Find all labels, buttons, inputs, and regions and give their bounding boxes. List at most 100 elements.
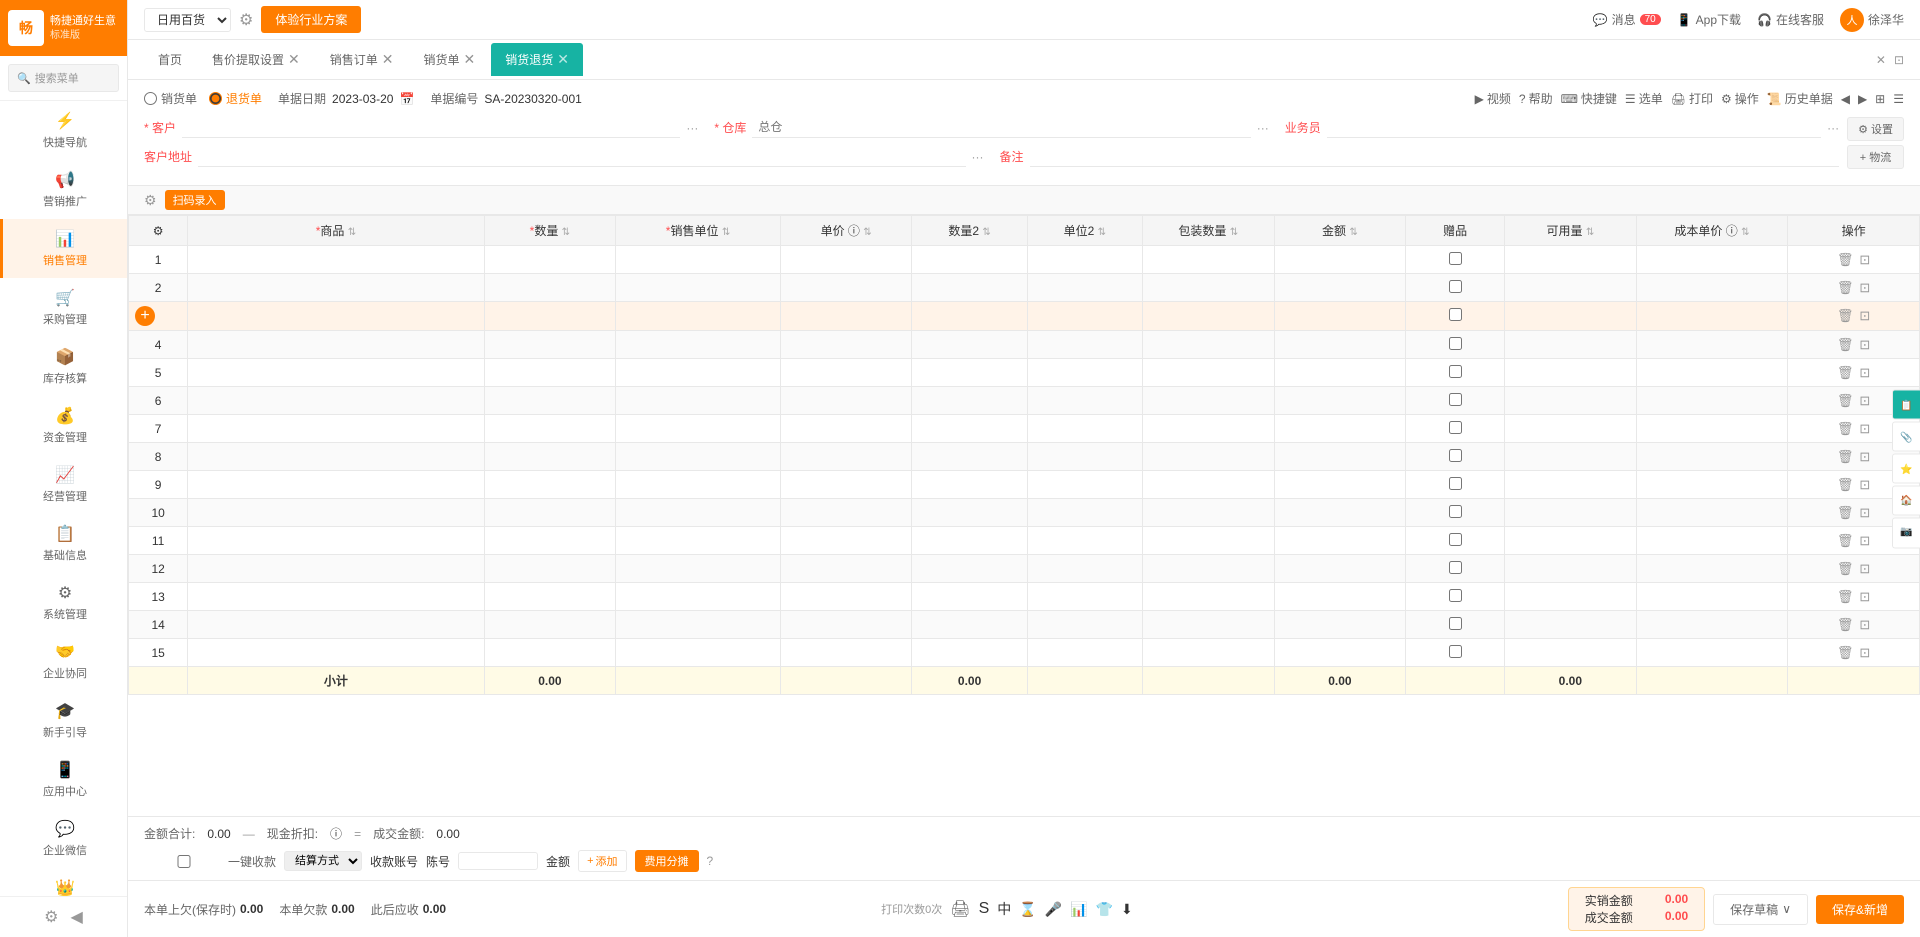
customer-input[interactable]: [182, 117, 680, 138]
gift-checkbox[interactable]: [1449, 505, 1462, 518]
right-panel-btn-5[interactable]: 📷: [1892, 518, 1920, 548]
tab-售价提取设置[interactable]: 售价提取设置✕: [198, 43, 314, 76]
tab-close-icon[interactable]: ✕: [557, 51, 569, 68]
search-menu-button[interactable]: 🔍 搜索菜单: [8, 64, 119, 92]
help-button[interactable]: ? 帮助: [1519, 90, 1553, 107]
tab-首页[interactable]: 首页: [144, 43, 196, 76]
delete-row-icon[interactable]: 🗑: [1837, 393, 1854, 409]
product-cell[interactable]: [188, 415, 484, 443]
tab-销货单[interactable]: 销货单✕: [410, 43, 490, 76]
sidebar-item-app-center[interactable]: 📱应用中心: [0, 750, 127, 809]
company-dropdown[interactable]: 日用百货: [144, 8, 231, 32]
product-cell[interactable]: [188, 499, 484, 527]
add-row-button[interactable]: +: [135, 306, 155, 326]
tab-销售订单[interactable]: 销售订单✕: [316, 43, 408, 76]
sidebar-item-shortcut-nav[interactable]: ⚡快捷导航: [0, 101, 127, 160]
delete-row-icon[interactable]: 🗑: [1837, 308, 1854, 324]
copy-row-icon[interactable]: ⊡: [1859, 477, 1870, 493]
delete-row-icon[interactable]: 🗑: [1837, 589, 1854, 605]
gift-checkbox[interactable]: [1449, 617, 1462, 630]
list-view-icon[interactable]: ☰: [1893, 92, 1904, 106]
copy-row-icon[interactable]: ⊡: [1859, 533, 1870, 549]
sidebar-item-operations[interactable]: 📈经营管理: [0, 455, 127, 514]
copy-row-icon[interactable]: ⊡: [1859, 308, 1870, 324]
copy-row-icon[interactable]: ⊡: [1859, 617, 1870, 633]
right-panel-btn-4[interactable]: 🏠: [1892, 486, 1920, 516]
print-tool-icon[interactable]: 🖨: [950, 899, 970, 919]
copy-row-icon[interactable]: ⊡: [1859, 280, 1870, 296]
product-input[interactable]: [194, 309, 477, 324]
sidebar-item-system[interactable]: ⚙系统管理: [0, 573, 127, 632]
copy-row-icon[interactable]: ⊡: [1859, 365, 1870, 381]
calendar-icon[interactable]: 📅: [399, 92, 414, 106]
tab-销货退货[interactable]: 销货退货✕: [491, 43, 583, 76]
gift-checkbox[interactable]: [1449, 589, 1462, 602]
product-cell[interactable]: [188, 443, 484, 471]
copy-row-icon[interactable]: ⊡: [1859, 421, 1870, 437]
video-help-button[interactable]: ▶ 视频: [1475, 90, 1511, 107]
copy-row-icon[interactable]: ⊡: [1859, 589, 1870, 605]
close-all-tabs-icon[interactable]: ✕: [1876, 53, 1886, 67]
delete-row-icon[interactable]: 🗑: [1837, 365, 1854, 381]
copy-row-icon[interactable]: ⊡: [1859, 393, 1870, 409]
product-cell[interactable]: [188, 639, 484, 667]
gift-checkbox[interactable]: [1449, 308, 1462, 321]
col-settings[interactable]: ⚙: [129, 216, 188, 246]
staff-input[interactable]: [1327, 117, 1821, 138]
right-panel-btn-2[interactable]: 📎: [1892, 421, 1920, 451]
restore-tabs-icon[interactable]: ⊡: [1894, 53, 1904, 67]
scan-input-button[interactable]: 扫码录入: [165, 190, 225, 210]
delete-row-icon[interactable]: 🗑: [1837, 477, 1854, 493]
return-bill-radio[interactable]: 退货单: [209, 90, 262, 107]
account-input[interactable]: [458, 852, 538, 870]
remark-input[interactable]: [1030, 146, 1840, 167]
gift-checkbox[interactable]: [1449, 645, 1462, 658]
gift-checkbox[interactable]: [1449, 393, 1462, 406]
delete-row-icon[interactable]: 🗑: [1837, 505, 1854, 521]
prev-bill-icon[interactable]: ◀: [1841, 92, 1850, 106]
staff-select-icon[interactable]: ···: [1827, 121, 1839, 135]
copy-row-icon[interactable]: ⊡: [1859, 505, 1870, 521]
add-fee-button[interactable]: + + 添加 添加: [578, 850, 626, 872]
sidebar-item-work-wechat[interactable]: 💬企业微信: [0, 809, 127, 868]
table-gear-icon[interactable]: ⚙: [144, 192, 157, 209]
address-input[interactable]: [198, 146, 966, 167]
delete-row-icon[interactable]: 🗑: [1837, 533, 1854, 549]
gift-checkbox[interactable]: [1449, 337, 1462, 350]
delete-row-icon[interactable]: 🗑: [1837, 617, 1854, 633]
save-draft-button[interactable]: 保存草稿 ∨: [1713, 894, 1808, 925]
gift-checkbox[interactable]: [1449, 561, 1462, 574]
settings-side-button[interactable]: ⚙ 设置: [1847, 117, 1904, 141]
warehouse-input[interactable]: [752, 117, 1250, 138]
delete-row-icon[interactable]: 🗑: [1837, 561, 1854, 577]
messages-button[interactable]: 💬 消息 70: [1593, 11, 1661, 28]
sidebar-item-membership[interactable]: 👑畅会员: [0, 868, 127, 896]
table-scroll-area[interactable]: ⚙ *商品 ⇅ *数量 ⇅ *销售单位 ⇅ 单价 ⓘ ⇅ 数量2 ⇅ 单位2 ⇅…: [128, 215, 1920, 816]
right-panel-btn-3[interactable]: ⭐: [1892, 453, 1920, 483]
delete-row-icon[interactable]: 🗑: [1837, 337, 1854, 353]
product-cell[interactable]: [188, 555, 484, 583]
print-button[interactable]: 🖨 打印: [1671, 90, 1713, 107]
delete-row-icon[interactable]: 🗑: [1837, 449, 1854, 465]
customer-select-icon[interactable]: ···: [686, 121, 698, 135]
logistics-side-button[interactable]: + 物流: [1847, 145, 1904, 169]
right-panel-btn-1[interactable]: 📋: [1892, 389, 1920, 419]
product-cell[interactable]: [188, 302, 484, 331]
address-select-icon[interactable]: ···: [972, 150, 984, 164]
gift-checkbox[interactable]: [1449, 280, 1462, 293]
sidebar-item-marketing[interactable]: 📢营销推广: [0, 160, 127, 219]
tab-close-icon[interactable]: ✕: [382, 51, 394, 68]
fee-split-button[interactable]: 费用分摊: [635, 850, 699, 872]
delete-row-icon[interactable]: 🗑: [1837, 645, 1854, 661]
gift-checkbox[interactable]: [1449, 449, 1462, 462]
one-click-payment-checkbox[interactable]: 一键收款: [144, 853, 276, 870]
trial-plan-button[interactable]: 体验行业方案: [261, 6, 361, 33]
product-cell[interactable]: [188, 387, 484, 415]
online-service-button[interactable]: 🎧 在线客服: [1757, 11, 1824, 28]
gift-checkbox[interactable]: [1449, 477, 1462, 490]
calc-method-select[interactable]: 结算方式: [284, 851, 362, 871]
shortcut-button[interactable]: ⌨ 快捷键: [1561, 90, 1617, 107]
sale-bill-radio[interactable]: 销货单: [144, 90, 197, 107]
sidebar-item-enterprise[interactable]: 🤝企业协同: [0, 632, 127, 691]
sidebar-settings-icon[interactable]: ⚙: [44, 907, 58, 927]
